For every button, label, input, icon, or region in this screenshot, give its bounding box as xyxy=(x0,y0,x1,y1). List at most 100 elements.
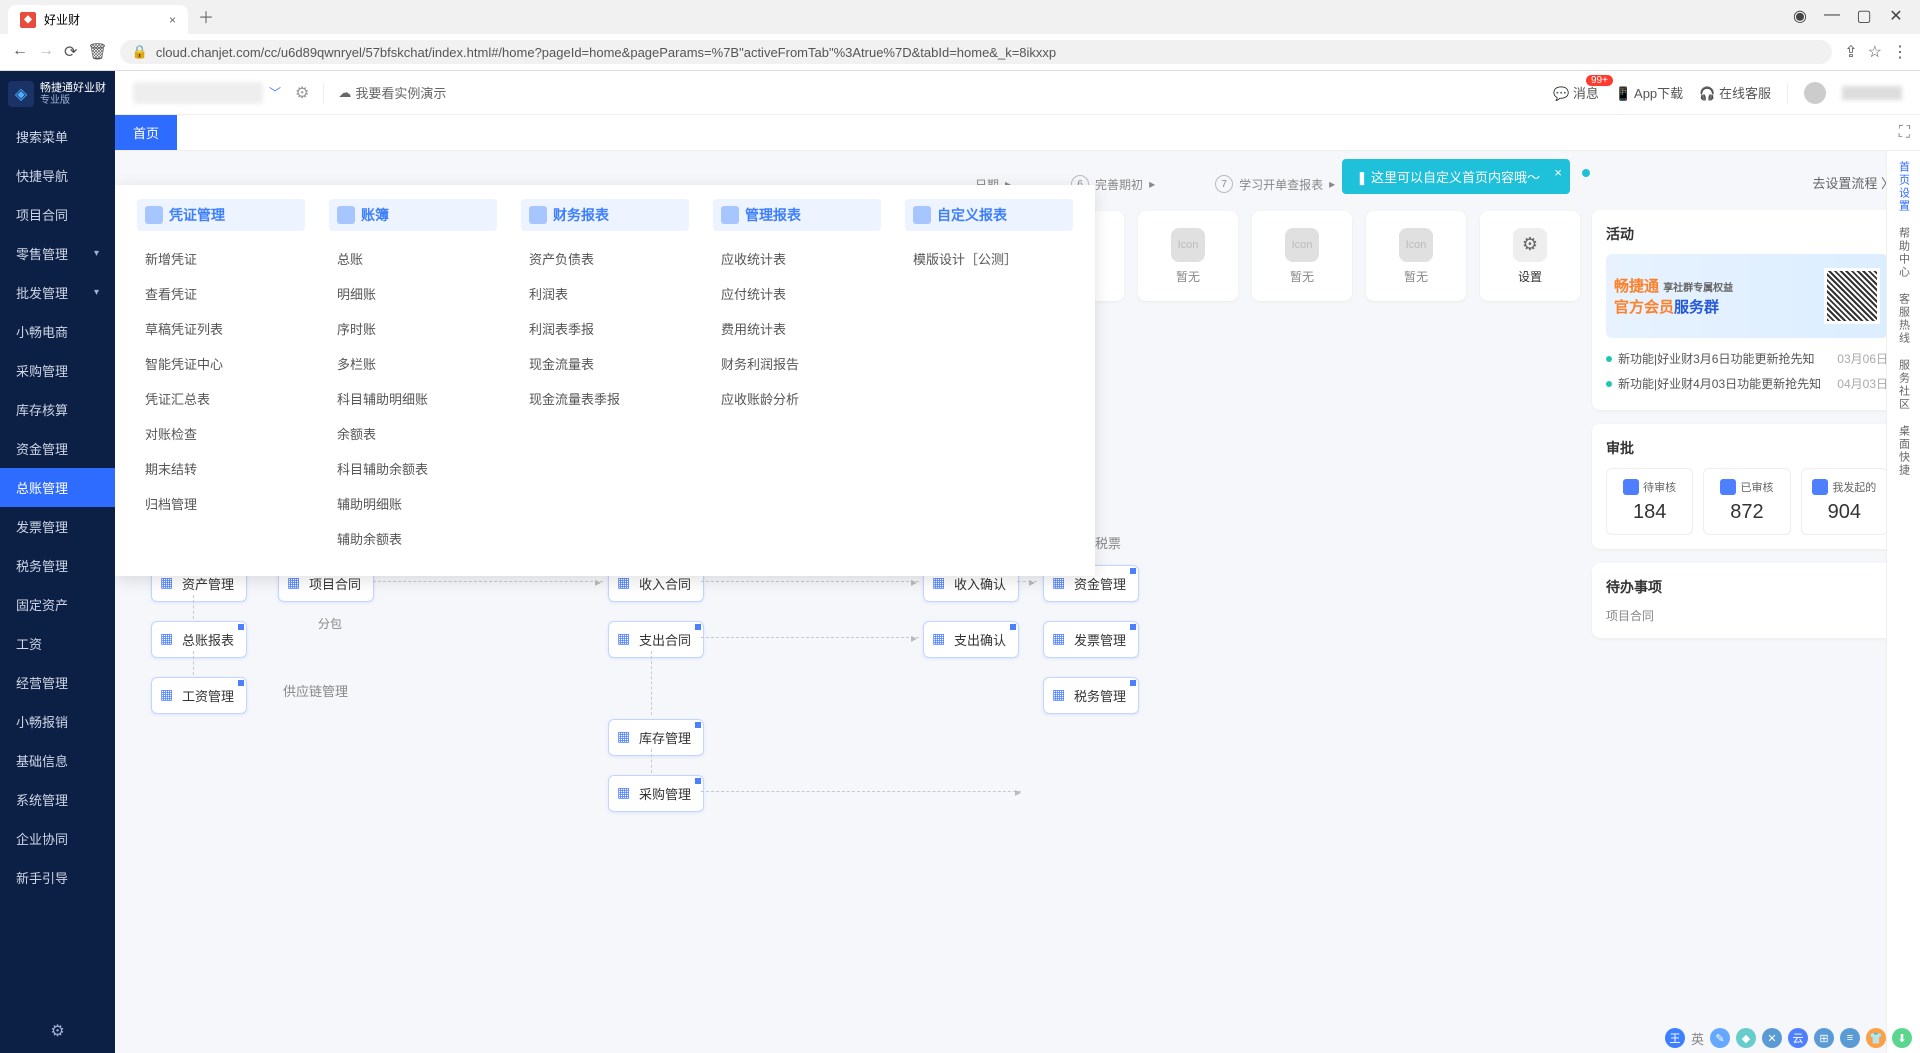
mega-menu-item[interactable]: 草稿凭证列表 xyxy=(137,311,305,346)
tab-home[interactable]: 首页 xyxy=(115,115,177,150)
sidebar-item[interactable]: 零售管理▾ xyxy=(0,234,115,273)
promo-banner[interactable]: 畅捷通 享社群专属权益 官方会员服务群 xyxy=(1606,254,1888,338)
avatar[interactable] xyxy=(1804,82,1826,104)
mega-menu-item[interactable]: 凭证汇总表 xyxy=(137,381,305,416)
sidebar-item[interactable]: 资金管理 xyxy=(0,429,115,468)
tray-icon[interactable]: ◆ xyxy=(1736,1028,1756,1048)
sidebar-item[interactable]: 固定资产 xyxy=(0,585,115,624)
maximize-icon[interactable]: ▢ xyxy=(1852,6,1876,26)
sidebar-item[interactable]: 新手引导 xyxy=(0,858,115,897)
sidebar-item[interactable]: 采购管理 xyxy=(0,351,115,390)
sidebar-item[interactable]: 经营管理 xyxy=(0,663,115,702)
edge-rail-item[interactable]: 桌面快捷 xyxy=(1896,421,1912,481)
sidebar-item[interactable]: 库存核算 xyxy=(0,390,115,429)
org-selector[interactable]: ﹀ xyxy=(133,82,281,104)
sidebar-item[interactable]: 总账管理 xyxy=(0,468,115,507)
app-download-button[interactable]: 📱 App下载 xyxy=(1615,83,1683,102)
settings-icon[interactable]: ⚙ xyxy=(0,1009,115,1053)
mega-menu-item[interactable]: 应收账龄分析 xyxy=(713,381,881,416)
share-icon[interactable]: ⇪ xyxy=(1844,42,1857,62)
forward-icon[interactable]: → xyxy=(38,42,54,62)
flow-node-expend-confirm[interactable]: 支出确认 xyxy=(923,621,1019,658)
sidebar-item[interactable]: 小畅电商 xyxy=(0,312,115,351)
mega-menu-item[interactable]: 财务利润报告 xyxy=(713,346,881,381)
edge-rail-item[interactable]: 服务社区 xyxy=(1896,355,1912,415)
mega-menu-item[interactable]: 多栏账 xyxy=(329,346,497,381)
tray-icon[interactable]: 👕 xyxy=(1866,1028,1886,1048)
star-icon[interactable]: ☆ xyxy=(1868,42,1882,62)
quick-card-settings[interactable]: ⚙设置 xyxy=(1480,211,1580,301)
tray-icon[interactable]: ✎ xyxy=(1710,1028,1730,1048)
close-icon[interactable]: × xyxy=(169,13,176,27)
mega-menu-item[interactable]: 对账检查 xyxy=(137,416,305,451)
sidebar-item[interactable]: 小畅报销 xyxy=(0,702,115,741)
flow-node-expend[interactable]: 支出合同 xyxy=(608,621,704,658)
mega-menu-item[interactable]: 费用统计表 xyxy=(713,311,881,346)
sidebar-item[interactable]: 项目合同 xyxy=(0,195,115,234)
mega-menu-item[interactable]: 利润表季报 xyxy=(521,311,689,346)
flow-node-purchase[interactable]: 采购管理 xyxy=(608,775,704,812)
flow-node-stock[interactable]: 库存管理 xyxy=(608,719,704,756)
demo-link[interactable]: ☁ 我要看实例演示 xyxy=(338,83,446,102)
tray-icon[interactable]: ⬇ xyxy=(1892,1028,1912,1048)
quick-card[interactable]: Icon暂无 xyxy=(1252,211,1352,301)
reload-icon[interactable]: ⟳ xyxy=(64,42,77,62)
tray-icon[interactable]: ≡ xyxy=(1840,1028,1860,1048)
quick-card[interactable]: Icon暂无 xyxy=(1138,211,1238,301)
sidebar-item[interactable]: 工资 xyxy=(0,624,115,663)
mega-menu-item[interactable]: 现金流量表 xyxy=(521,346,689,381)
menu-icon[interactable]: ⋮ xyxy=(1892,42,1908,62)
gear-icon[interactable]: ⚙ xyxy=(295,83,309,103)
mega-menu-item[interactable]: 辅助余额表 xyxy=(329,521,497,556)
mega-menu-item[interactable]: 应收统计表 xyxy=(713,241,881,276)
sidebar-item[interactable]: 发票管理 xyxy=(0,507,115,546)
tray-icon[interactable]: 云 xyxy=(1788,1028,1808,1048)
mega-menu-item[interactable]: 新增凭证 xyxy=(137,241,305,276)
flow-node-invoice[interactable]: 发票管理 xyxy=(1043,621,1139,658)
fullscreen-icon[interactable]: ⛶ xyxy=(1889,115,1920,150)
tray-icon[interactable]: ✕ xyxy=(1762,1028,1782,1048)
mega-menu-item[interactable]: 明细账 xyxy=(329,276,497,311)
edge-rail-item[interactable]: 帮助中心 xyxy=(1896,223,1912,283)
online-cs-button[interactable]: 🎧 在线客服 xyxy=(1699,83,1771,102)
play-icon[interactable]: ▸ xyxy=(1329,177,1335,191)
sidebar-item[interactable]: 搜索菜单 xyxy=(0,117,115,156)
browser-tab[interactable]: ◆ 好业财 × xyxy=(8,5,188,34)
back-icon[interactable]: ← xyxy=(12,42,28,62)
quick-card[interactable]: Icon暂无 xyxy=(1366,211,1466,301)
mega-menu-item[interactable]: 序时账 xyxy=(329,311,497,346)
mega-menu-item[interactable]: 余额表 xyxy=(329,416,497,451)
mega-menu-item[interactable]: 现金流量表季报 xyxy=(521,381,689,416)
minimize-icon[interactable]: — xyxy=(1820,6,1844,26)
mega-menu-item[interactable]: 应付统计表 xyxy=(713,276,881,311)
delete-icon[interactable]: 🗑 xyxy=(87,42,107,62)
new-tab-button[interactable]: ＋ xyxy=(188,0,224,34)
flow-node-tax[interactable]: 税务管理 xyxy=(1043,677,1139,714)
close-window-icon[interactable]: ✕ xyxy=(1884,6,1908,26)
mega-menu-item[interactable]: 归档管理 xyxy=(137,486,305,521)
mega-menu-item[interactable]: 科目辅助余额表 xyxy=(329,451,497,486)
mega-menu-item[interactable]: 期末结转 xyxy=(137,451,305,486)
mega-menu-item[interactable]: 模版设计［公测］ xyxy=(905,241,1073,276)
messages-button[interactable]: 💬 消息 99+ xyxy=(1553,83,1599,102)
sidebar-item[interactable]: 企业协同 xyxy=(0,819,115,858)
mega-menu-item[interactable]: 总账 xyxy=(329,241,497,276)
account-icon[interactable]: ◉ xyxy=(1788,6,1812,26)
news-item[interactable]: 新功能|好业财4月03日功能更新抢先知04月03日 xyxy=(1606,371,1888,396)
news-item[interactable]: 新功能|好业财3月6日功能更新抢先知03月06日 xyxy=(1606,346,1888,371)
flow-node-salary[interactable]: 工资管理 xyxy=(151,677,247,714)
tray-icon[interactable]: 王 xyxy=(1665,1028,1685,1048)
play-icon[interactable]: ▸ xyxy=(1149,177,1155,191)
flow-node-gl[interactable]: 总账报表 xyxy=(151,621,247,658)
sidebar-item[interactable]: 快捷导航 xyxy=(0,156,115,195)
mega-menu-item[interactable]: 科目辅助明细账 xyxy=(329,381,497,416)
mega-menu-item[interactable]: 智能凭证中心 xyxy=(137,346,305,381)
set-flow-link[interactable]: 去设置流程 〉 xyxy=(1592,169,1902,196)
ime-indicator[interactable]: 英 xyxy=(1691,1029,1704,1048)
close-icon[interactable]: × xyxy=(1554,165,1562,180)
approval-cell[interactable]: 已审核872 xyxy=(1703,468,1790,535)
edge-rail-item[interactable]: 客服热线 xyxy=(1896,289,1912,349)
sidebar-item[interactable]: 税务管理 xyxy=(0,546,115,585)
mega-menu-item[interactable]: 资产负债表 xyxy=(521,241,689,276)
sidebar-item[interactable]: 系统管理 xyxy=(0,780,115,819)
